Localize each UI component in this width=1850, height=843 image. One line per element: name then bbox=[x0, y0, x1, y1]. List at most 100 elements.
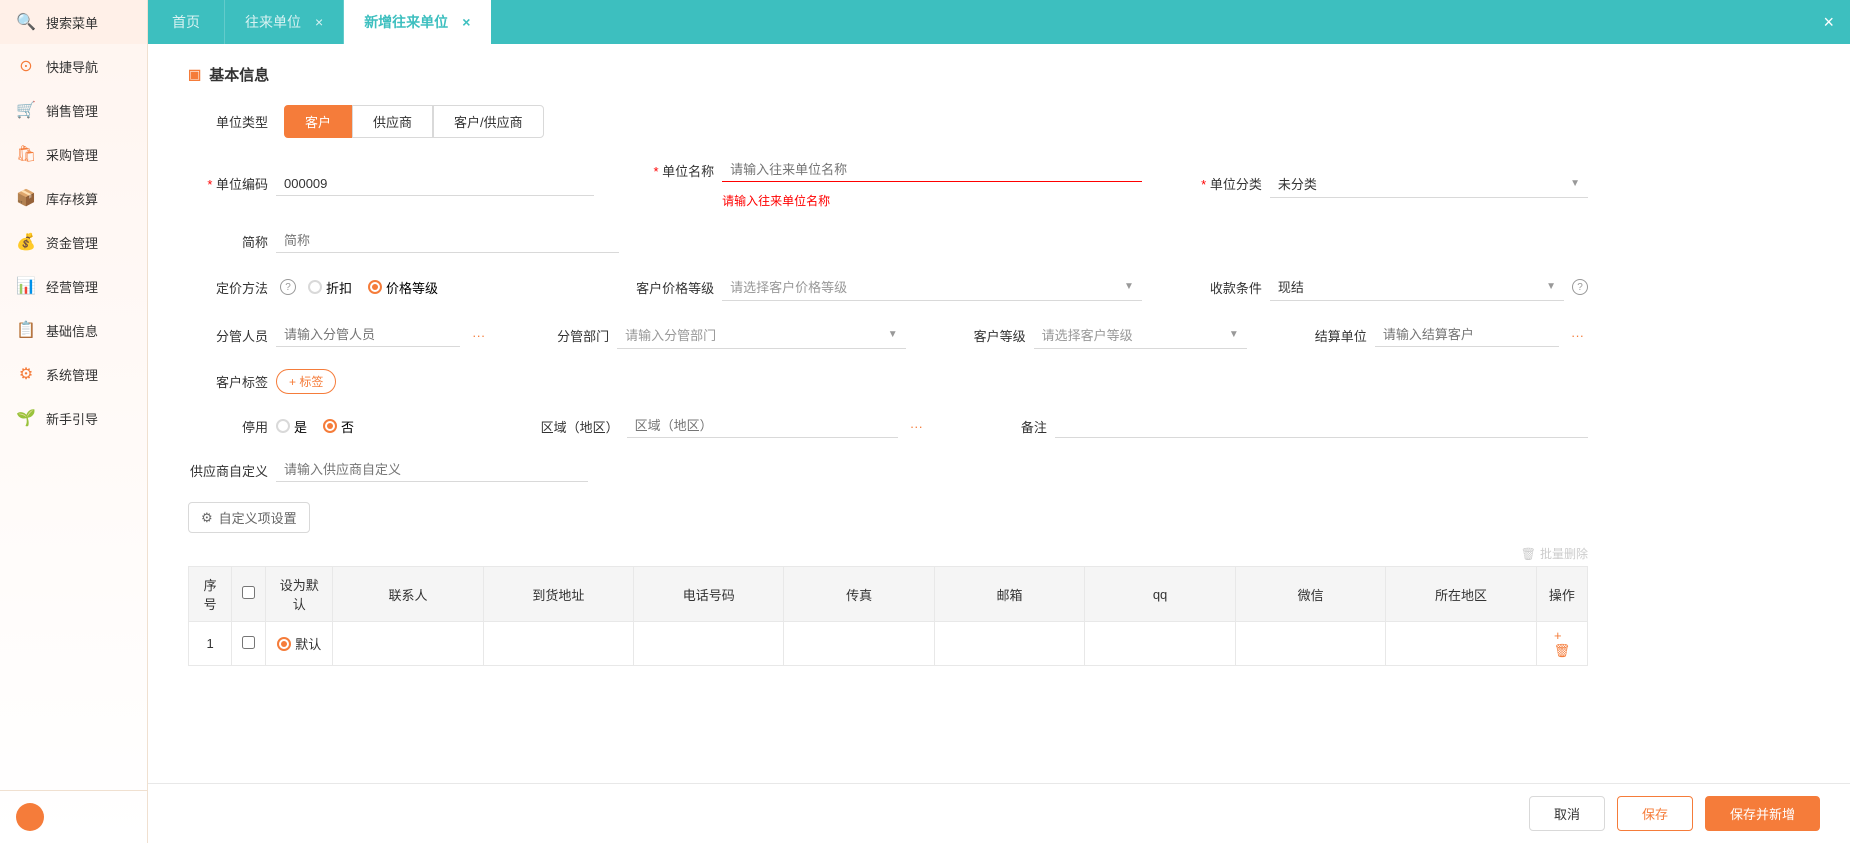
customer-level-group: 客户等级 请选择客户等级 ▼ bbox=[946, 321, 1247, 349]
customer-price-level-label: 客户价格等级 bbox=[634, 278, 714, 297]
settlement-unit-input[interactable] bbox=[1375, 323, 1559, 347]
batch-delete-area: 🗑 批量删除 bbox=[188, 545, 1588, 562]
sidebar-item-operations[interactable]: 📊 经营管理 bbox=[0, 264, 147, 308]
unit-btn-both[interactable]: 客户/供应商 bbox=[433, 105, 544, 138]
settlement-unit-group: 结算单位 ··· bbox=[1287, 323, 1588, 347]
system-icon: ⚙ bbox=[16, 364, 36, 384]
cell-region[interactable] bbox=[1386, 622, 1536, 666]
basic-icon: 📋 bbox=[16, 320, 36, 340]
pricing-method-group: 定价方法 ? 折扣 价格等级 bbox=[188, 278, 594, 297]
row-checkbox[interactable] bbox=[242, 636, 255, 649]
sidebar-item-newbie[interactable]: 🌱 新手引导 bbox=[0, 396, 147, 440]
th-address: 到货地址 bbox=[483, 567, 633, 622]
cell-qq[interactable] bbox=[1085, 622, 1236, 666]
add-tag-button[interactable]: + 标签 bbox=[276, 369, 336, 394]
sidebar-item-purchase[interactable]: 🛍 采购管理 bbox=[0, 132, 147, 176]
payment-terms-arrow: ▼ bbox=[1546, 281, 1556, 292]
fax-input[interactable] bbox=[794, 636, 923, 651]
cell-fax[interactable] bbox=[784, 622, 934, 666]
custom-settings-button[interactable]: ⚙ 自定义项设置 bbox=[188, 502, 310, 533]
tabbar-close-button[interactable]: × bbox=[1807, 12, 1850, 33]
short-name-input[interactable] bbox=[276, 229, 619, 253]
pricing-level[interactable]: 价格等级 bbox=[368, 278, 438, 297]
cell-email[interactable] bbox=[934, 622, 1084, 666]
department-select[interactable]: 请输入分管部门 ▼ bbox=[617, 321, 905, 349]
manager-more-icon[interactable]: ··· bbox=[468, 328, 489, 343]
settlement-more-icon[interactable]: ··· bbox=[1567, 328, 1588, 343]
sidebar-item-basic[interactable]: 📋 基础信息 bbox=[0, 308, 147, 352]
department-label: 分管部门 bbox=[529, 326, 609, 345]
unit-category-group: 单位分类 未分类 ▼ bbox=[1182, 170, 1588, 198]
supplier-custom-group: 供应商自定义 bbox=[188, 458, 588, 482]
th-fax: 传真 bbox=[784, 567, 934, 622]
sidebar-item-quicknav[interactable]: ⊙ 快捷导航 bbox=[0, 44, 147, 88]
unit-category-select[interactable]: 未分类 ▼ bbox=[1270, 170, 1588, 198]
phone-input[interactable] bbox=[644, 636, 773, 651]
contact-input[interactable] bbox=[343, 636, 472, 651]
cell-phone[interactable] bbox=[634, 622, 784, 666]
unit-code-input[interactable] bbox=[276, 172, 594, 196]
delete-row-btn[interactable]: 🗑 bbox=[1554, 643, 1571, 658]
section-icon: ▣ bbox=[188, 66, 201, 83]
tab-new-partner[interactable]: 新增往来单位 × bbox=[344, 0, 491, 44]
cell-address[interactable] bbox=[483, 622, 633, 666]
contacts-table: 序号 设为默认 联系人 到货地址 电话号码 传真 邮箱 qq 微信 所在地区 操… bbox=[188, 566, 1588, 666]
save-new-button[interactable]: 保存并新增 bbox=[1705, 796, 1820, 831]
sidebar-item-sales[interactable]: 🛒 销售管理 bbox=[0, 88, 147, 132]
supplier-custom-input[interactable] bbox=[276, 458, 588, 482]
region-group: 区域（地区） ··· bbox=[539, 414, 927, 438]
tabbar: 首页 往来单位 × 新增往来单位 × × bbox=[148, 0, 1850, 44]
cell-wechat[interactable] bbox=[1235, 622, 1385, 666]
unit-type-row: 单位类型 客户 供应商 客户/供应商 bbox=[188, 105, 1588, 138]
disabled-no[interactable]: 否 bbox=[323, 417, 354, 436]
wechat-input[interactable] bbox=[1246, 636, 1375, 651]
region-input[interactable] bbox=[627, 414, 898, 438]
email-input[interactable] bbox=[945, 636, 1074, 651]
add-row-btn[interactable]: + bbox=[1554, 628, 1562, 643]
customer-tag-label: 客户标签 bbox=[188, 372, 268, 391]
default-radio[interactable]: 默认 bbox=[276, 634, 322, 653]
disabled-group: 停用 是 否 bbox=[188, 417, 499, 436]
customer-level-select[interactable]: 请选择客户等级 ▼ bbox=[1034, 321, 1247, 349]
payment-help-icon[interactable]: ? bbox=[1572, 279, 1588, 295]
tab-partners[interactable]: 往来单位 × bbox=[225, 0, 344, 44]
sidebar-item-search[interactable]: 🔍 搜索菜单 bbox=[0, 0, 147, 44]
customer-price-level-select[interactable]: 请选择客户价格等级 ▼ bbox=[722, 273, 1142, 301]
select-all-checkbox[interactable] bbox=[242, 586, 255, 599]
department-text: 请输入分管部门 bbox=[625, 325, 884, 344]
region-cell-input[interactable] bbox=[1396, 636, 1525, 651]
qq-input[interactable] bbox=[1095, 636, 1225, 651]
address-input[interactable] bbox=[494, 636, 623, 651]
cancel-button[interactable]: 取消 bbox=[1529, 796, 1605, 831]
short-name-label: 简称 bbox=[188, 232, 268, 251]
settlement-unit-label: 结算单位 bbox=[1287, 326, 1367, 345]
unit-type-label: 单位类型 bbox=[188, 112, 268, 131]
manager-input[interactable] bbox=[276, 323, 460, 347]
customer-level-arrow: ▼ bbox=[1229, 329, 1239, 340]
unit-btn-customer[interactable]: 客户 bbox=[284, 105, 352, 138]
notes-input[interactable] bbox=[1055, 414, 1588, 438]
th-region: 所在地区 bbox=[1386, 567, 1536, 622]
cell-contact[interactable] bbox=[333, 622, 483, 666]
th-action: 操作 bbox=[1536, 567, 1587, 622]
tab-new-partner-close[interactable]: × bbox=[462, 14, 470, 30]
disabled-yes[interactable]: 是 bbox=[276, 417, 307, 436]
sidebar-item-inventory[interactable]: 📦 库存核算 bbox=[0, 176, 147, 220]
sidebar-item-system[interactable]: ⚙ 系统管理 bbox=[0, 352, 147, 396]
unit-name-error: 请输入往来单位名称 bbox=[722, 192, 830, 209]
pricing-help-icon[interactable]: ? bbox=[280, 279, 296, 295]
sidebar-item-finance[interactable]: 💰 资金管理 bbox=[0, 220, 147, 264]
unit-btn-supplier[interactable]: 供应商 bbox=[352, 105, 433, 138]
customer-price-level-arrow: ▼ bbox=[1124, 281, 1134, 292]
customer-price-level-text: 请选择客户价格等级 bbox=[730, 277, 1120, 296]
tab-home[interactable]: 首页 bbox=[148, 0, 225, 44]
th-no: 序号 bbox=[189, 567, 232, 622]
unit-name-input[interactable] bbox=[722, 158, 1142, 182]
main-area: 首页 往来单位 × 新增往来单位 × × ▣ 基本信息 单位类型 客户 供应 bbox=[148, 0, 1850, 843]
save-button[interactable]: 保存 bbox=[1617, 796, 1693, 831]
region-more-icon[interactable]: ··· bbox=[906, 419, 927, 434]
batch-delete-label[interactable]: 批量删除 bbox=[1540, 545, 1588, 562]
pricing-discount[interactable]: 折扣 bbox=[308, 278, 352, 297]
tab-partners-close[interactable]: × bbox=[315, 14, 323, 30]
payment-terms-select[interactable]: 现结 ▼ bbox=[1270, 273, 1564, 301]
